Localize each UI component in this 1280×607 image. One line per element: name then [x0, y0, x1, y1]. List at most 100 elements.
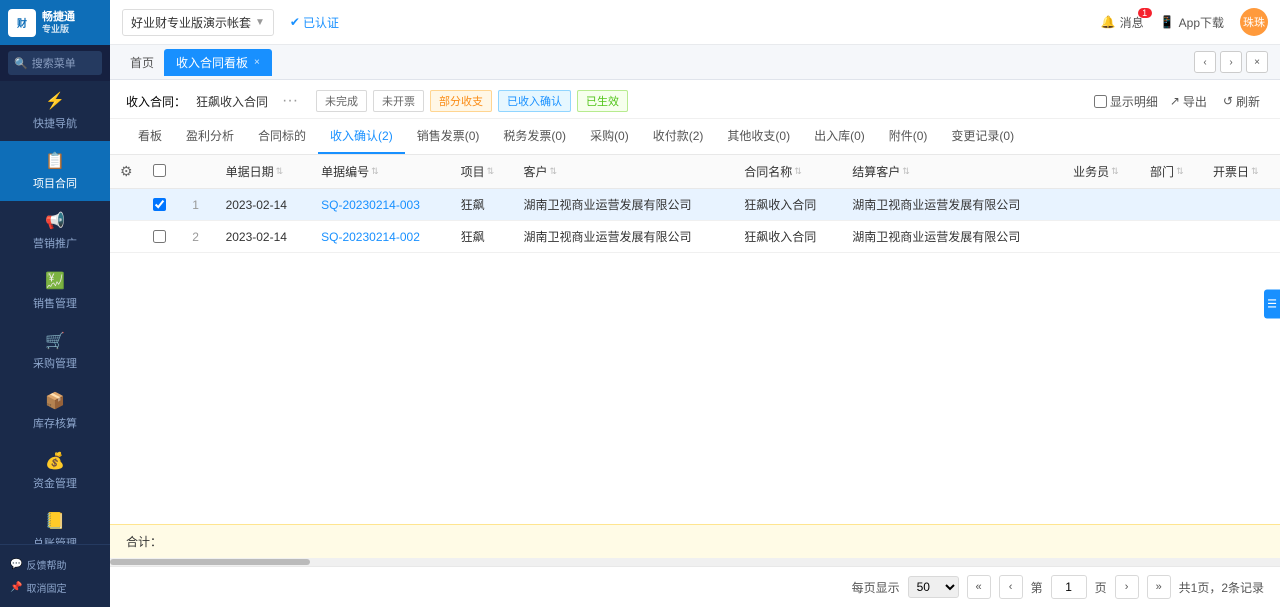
- row-customer-cell: 湖南卫视商业运营发展有限公司: [513, 221, 734, 253]
- th-contract-name[interactable]: 合同名称 ⇅: [734, 155, 842, 189]
- notifications-button[interactable]: 🔔 1 消息: [1101, 14, 1144, 31]
- sidebar-item-quick-nav[interactable]: ⚡ 快捷导航: [0, 81, 110, 141]
- tab-kanban[interactable]: 看板: [126, 119, 174, 154]
- topbar: 好业财专业版演示帐套 ▼ ✔ 已认证 🔔 1 消息 📱 App下载 珠珠: [110, 0, 1280, 45]
- tab-purchase[interactable]: 采购(0): [578, 119, 641, 154]
- user-avatar[interactable]: 珠珠: [1240, 8, 1268, 36]
- table-area: ⚙ 单据日期 ⇅: [110, 155, 1280, 524]
- sidebar-unpin[interactable]: 📌 取消固定: [8, 576, 102, 599]
- avatar-text: 珠珠: [1243, 14, 1265, 30]
- sidebar-item-label: 资金管理: [33, 475, 77, 491]
- select-all-checkbox[interactable]: [153, 164, 166, 177]
- tab-next-button[interactable]: ›: [1220, 51, 1242, 73]
- page-of-label: 页: [1095, 579, 1107, 596]
- next-page-button[interactable]: ›: [1115, 575, 1139, 599]
- tab-navigation: ‹ › ×: [1194, 51, 1268, 73]
- th-bill-date[interactable]: 开票日 ⇅: [1203, 155, 1280, 189]
- row-checkbox[interactable]: [153, 198, 166, 211]
- company-selector[interactable]: 好业财专业版演示帐套 ▼: [122, 9, 274, 36]
- th-date[interactable]: 单据日期 ⇅: [216, 155, 312, 189]
- th-project[interactable]: 项目 ⇅: [451, 155, 514, 189]
- show-detail-checkbox[interactable]: [1094, 95, 1107, 108]
- right-edge-panel-button[interactable]: ☰: [1264, 289, 1280, 318]
- table-row[interactable]: 2 2023-02-14 SQ-20230214-002 狂飙 湖南卫视商业运营…: [110, 221, 1280, 253]
- tab-sales-invoice[interactable]: 销售发票(0): [405, 119, 492, 154]
- status-tag-active[interactable]: 已生效: [577, 90, 628, 112]
- status-tag-confirmed[interactable]: 已收入确认: [498, 90, 571, 112]
- th-customer[interactable]: 客户 ⇅: [513, 155, 734, 189]
- tab-prev-button[interactable]: ‹: [1194, 51, 1216, 73]
- column-settings-icon[interactable]: ⚙: [120, 163, 133, 179]
- funds-icon: 💰: [45, 451, 65, 471]
- tab-profit[interactable]: 盈利分析: [174, 119, 246, 154]
- sidebar-item-project-contract[interactable]: 📋 项目合同: [0, 141, 110, 201]
- th-result-customer[interactable]: 结算客户 ⇅: [842, 155, 1063, 189]
- row-sn-link[interactable]: SQ-20230214-003: [321, 198, 420, 212]
- row-date-cell: 2023-02-14: [216, 221, 312, 253]
- sort-salesman-icon: ⇅: [1111, 166, 1119, 177]
- home-tab[interactable]: 首页: [122, 54, 162, 71]
- table-row[interactable]: 1 2023-02-14 SQ-20230214-003 狂飙 湖南卫视商业运营…: [110, 189, 1280, 221]
- pagination: 每页显示 20 50 100 « ‹ 第 页 › » 共1页，2条记录: [110, 566, 1280, 607]
- show-detail-toggle[interactable]: 显示明细: [1094, 93, 1158, 110]
- th-sn[interactable]: 单据编号 ⇅: [311, 155, 450, 189]
- sidebar-item-purchase[interactable]: 🛒 采购管理: [0, 321, 110, 381]
- page-content: 收入合同： 狂飙收入合同 ··· 未完成 未开票 部分收支 已收入确认 已生效 …: [110, 80, 1280, 607]
- project-contract-icon: 📋: [45, 151, 65, 171]
- row-project-cell: 狂飙: [451, 189, 514, 221]
- tab-change-log[interactable]: 变更记录(0): [939, 119, 1026, 154]
- tab-close-all-button[interactable]: ×: [1246, 51, 1268, 73]
- sidebar-feedback[interactable]: 💬 反馈帮助: [8, 553, 102, 576]
- row-checkbox[interactable]: [153, 230, 166, 243]
- tab-warehouse[interactable]: 出入库(0): [802, 119, 877, 154]
- th-dept[interactable]: 部门 ⇅: [1140, 155, 1203, 189]
- th-salesman[interactable]: 业务员 ⇅: [1063, 155, 1140, 189]
- status-tag-partial[interactable]: 部分收支: [430, 90, 492, 112]
- sidebar-item-general-ledger[interactable]: 📒 总账管理: [0, 501, 110, 544]
- first-page-button[interactable]: «: [967, 575, 991, 599]
- refresh-label: 刷新: [1236, 93, 1260, 110]
- feedback-label: 反馈帮助: [26, 557, 66, 572]
- tab-tax-invoice[interactable]: 税务发票(0): [491, 119, 578, 154]
- purchase-icon: 🛒: [45, 331, 65, 351]
- prev-page-button[interactable]: ‹: [999, 575, 1023, 599]
- tab-close-button[interactable]: ×: [254, 57, 260, 68]
- th-bill-date-label: 开票日: [1213, 163, 1249, 180]
- status-tag-incomplete[interactable]: 未完成: [316, 90, 367, 112]
- tab-other-income[interactable]: 其他收支(0): [715, 119, 802, 154]
- search-menu-section[interactable]: 🔍 搜索菜单: [0, 45, 110, 81]
- row-checkbox-cell[interactable]: [143, 221, 176, 253]
- sidebar-item-inventory[interactable]: 📦 库存核算: [0, 381, 110, 441]
- export-button[interactable]: ↗ 导出: [1166, 91, 1211, 112]
- horizontal-scrollbar-thumb[interactable]: [110, 559, 310, 565]
- tab-payment[interactable]: 收付款(2): [641, 119, 716, 154]
- tab-income-confirm[interactable]: 收入确认(2): [318, 119, 405, 154]
- sidebar-item-marketing[interactable]: 📢 营销推广: [0, 201, 110, 261]
- horizontal-scrollbar[interactable]: [110, 558, 1280, 566]
- sidebar-item-sales[interactable]: 💹 销售管理: [0, 261, 110, 321]
- row-num-cell: 1: [176, 189, 216, 221]
- last-page-button[interactable]: »: [1147, 575, 1171, 599]
- row-checkbox-cell[interactable]: [143, 189, 176, 221]
- tab-contract-std[interactable]: 合同标的: [246, 119, 318, 154]
- status-tag-uninvoiced[interactable]: 未开票: [373, 90, 424, 112]
- tab-bar: 首页 收入合同看板 × ‹ › ×: [110, 45, 1280, 80]
- contract-more-button[interactable]: ···: [278, 92, 302, 110]
- page-size-select[interactable]: 20 50 100: [908, 576, 959, 598]
- th-num: [176, 155, 216, 189]
- search-menu-input[interactable]: 🔍 搜索菜单: [8, 51, 102, 75]
- sort-contract-name-icon: ⇅: [794, 166, 802, 177]
- bell-icon: 🔔: [1101, 15, 1116, 29]
- download-icon: 📱: [1160, 15, 1175, 29]
- logo-icon: 财: [8, 9, 36, 37]
- row-sn-link[interactable]: SQ-20230214-002: [321, 230, 420, 244]
- sidebar-item-funds[interactable]: 💰 资金管理: [0, 441, 110, 501]
- page-number-input[interactable]: [1051, 575, 1087, 599]
- active-tab[interactable]: 收入合同看板 ×: [164, 49, 272, 76]
- sort-dept-icon: ⇅: [1176, 166, 1184, 177]
- row-sn-cell[interactable]: SQ-20230214-002: [311, 221, 450, 253]
- app-download-button[interactable]: 📱 App下载: [1160, 14, 1224, 31]
- row-sn-cell[interactable]: SQ-20230214-003: [311, 189, 450, 221]
- refresh-button[interactable]: ↺ 刷新: [1219, 91, 1264, 112]
- tab-attachment[interactable]: 附件(0): [877, 119, 940, 154]
